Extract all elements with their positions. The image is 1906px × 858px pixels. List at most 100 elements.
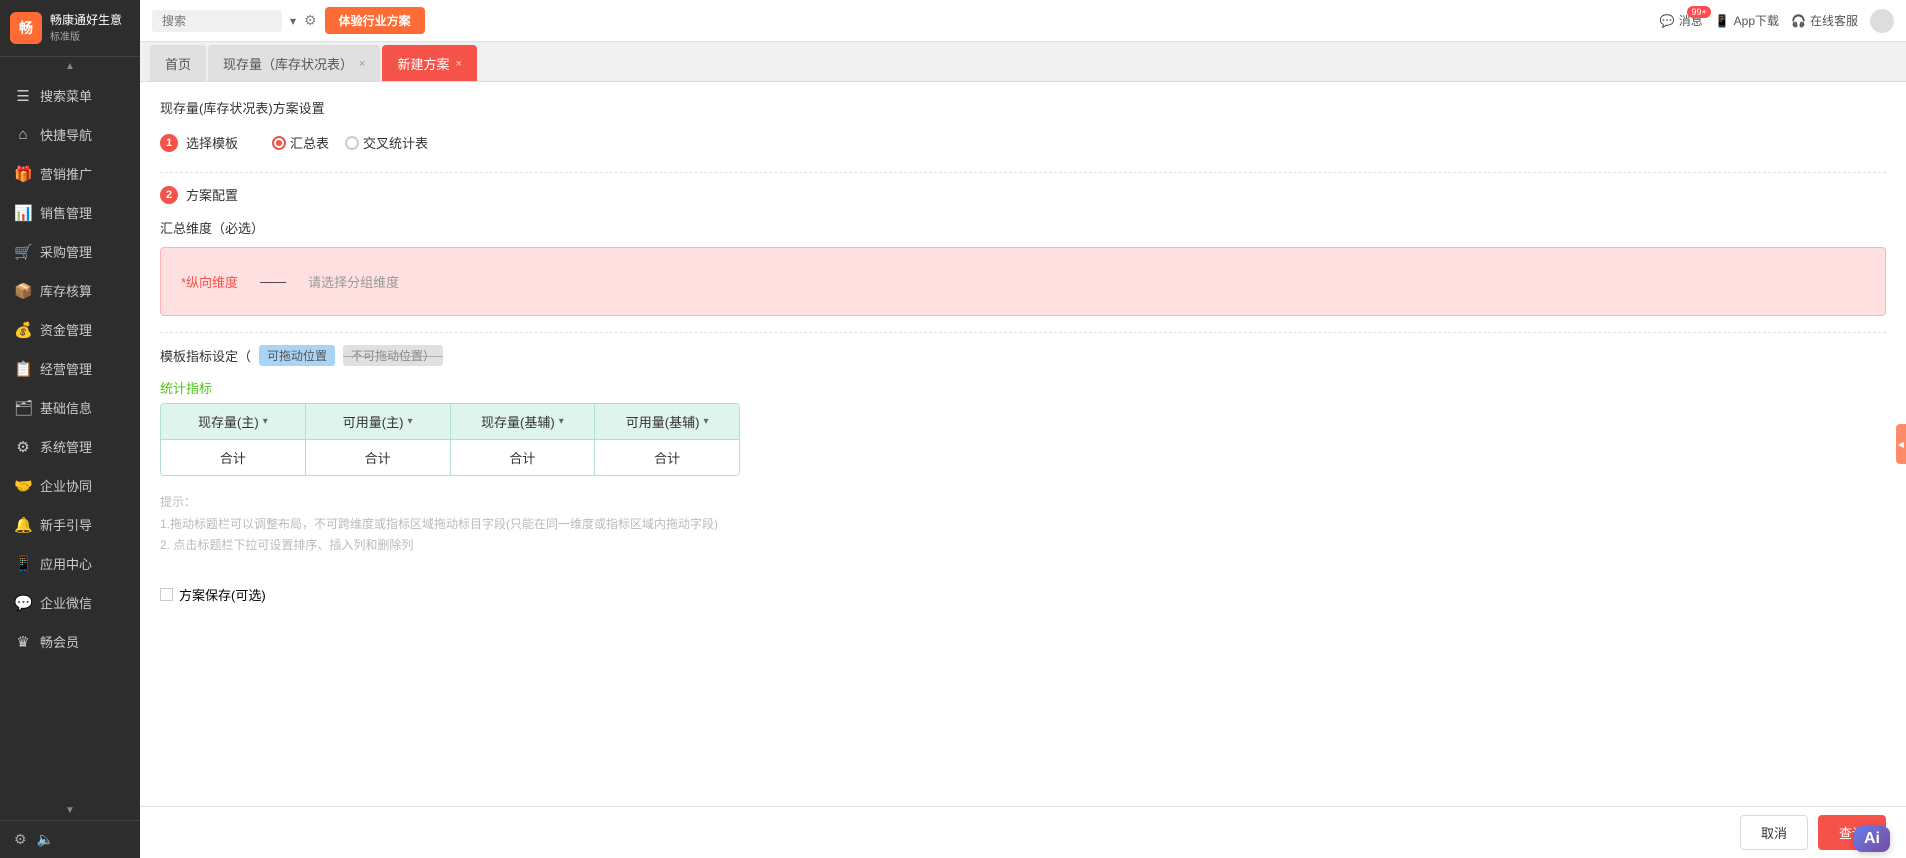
stats-header-cell-3[interactable]: 可用量(基辅) ▾ — [595, 404, 739, 439]
chevron-down-icon: ▾ — [290, 14, 296, 28]
radio-cross[interactable]: 交叉统计表 — [345, 133, 428, 152]
sidebar-item-operations[interactable]: 📋 经营管理 — [0, 349, 140, 388]
tips-item-1: 2. 点击标题栏下拉可设置排序、插入列和删除列 — [160, 535, 1886, 557]
chevron-down-0-icon[interactable]: ▾ — [263, 416, 268, 427]
stats-col-1-label: 可用量(主) — [343, 412, 404, 431]
sidebar-item-marketing[interactable]: 🎁 营销推广 — [0, 154, 140, 193]
sidebar-item-label: 经营管理 — [40, 359, 92, 378]
trial-btn[interactable]: 体验行业方案 — [325, 7, 425, 34]
sidebar-item-quick-nav[interactable]: ⌂ 快捷导航 — [0, 115, 140, 154]
section1-title: 选择模板 — [186, 133, 238, 152]
box-icon: 📦 — [14, 282, 32, 300]
main-area: ▾ ⚙ 体验行业方案 💬 消息 99+ 📱 App下载 🎧 在线客服 — [140, 0, 1906, 858]
sidebar-item-sales[interactable]: 📊 销售管理 — [0, 193, 140, 232]
sidebar-item-label: 资金管理 — [40, 320, 92, 339]
indicators-section: 模板指标设定（ 可拖动位置 不可拖动位置） — [160, 345, 1886, 366]
logo-icon: 畅 — [10, 12, 42, 44]
save-checkbox[interactable] — [160, 588, 173, 601]
template-radio-group: 汇总表 交叉统计表 — [272, 133, 428, 152]
dimension-required-label: *纵向维度 — [181, 272, 238, 291]
chat-icon: 💬 — [14, 594, 32, 612]
settings-icon[interactable]: ⚙ — [14, 831, 27, 848]
phone-icon: 📱 — [1715, 14, 1730, 28]
sidebar-item-app-center[interactable]: 📱 应用中心 — [0, 544, 140, 583]
topbar: ▾ ⚙ 体验行业方案 💬 消息 99+ 📱 App下载 🎧 在线客服 — [140, 0, 1906, 42]
section1-num: 1 — [160, 134, 178, 152]
draggable-tag: 可拖动位置 — [259, 345, 335, 366]
dropdown-button[interactable]: ▾ — [290, 14, 296, 28]
gear-icon: ⚙ — [14, 438, 32, 456]
right-edge-btn[interactable]: ◀ — [1896, 424, 1906, 464]
sidebar-item-member[interactable]: ♛ 畅会员 — [0, 622, 140, 661]
sidebar-item-label: 企业协同 — [40, 476, 92, 495]
tab-home-label: 首页 — [165, 54, 191, 73]
search-input[interactable] — [152, 10, 282, 32]
app-logo: 畅 畅康通好生意 标准版 — [0, 0, 140, 57]
handshake-icon: 🤝 — [14, 477, 32, 495]
mobile-icon: 📱 — [14, 555, 32, 573]
app-edition: 标准版 — [50, 28, 122, 43]
stats-header-row: 现存量(主) ▾ 可用量(主) ▾ 现存量(基辅) ▾ — [161, 404, 739, 439]
aggregate-label: 汇总维度（必选） — [160, 218, 1886, 237]
save-checkbox-label: 方案保存(可选) — [179, 585, 266, 604]
topbar-gear-icon[interactable]: ⚙ — [304, 12, 317, 29]
sidebar-item-label: 营销推广 — [40, 164, 92, 183]
tab-home[interactable]: 首页 — [150, 45, 206, 81]
sidebar-item-label: 应用中心 — [40, 554, 92, 573]
section2-divider — [160, 332, 1886, 333]
volume-icon[interactable]: 🔈 — [37, 831, 54, 848]
sidebar-item-finance[interactable]: 💰 资金管理 — [0, 310, 140, 349]
stats-header-cell-1[interactable]: 可用量(主) ▾ — [306, 404, 451, 439]
sidebar-scroll-up[interactable]: ▲ — [0, 57, 140, 76]
user-avatar-btn[interactable] — [1870, 9, 1894, 33]
sidebar-scroll-down[interactable]: ▼ — [0, 801, 140, 820]
bell-icon: 🔔 — [14, 516, 32, 534]
home-icon: ⌂ — [14, 126, 32, 143]
section1-header: 1 选择模板 汇总表 交叉统计表 — [160, 133, 1886, 152]
stats-header-cell-2[interactable]: 现存量(基辅) ▾ — [451, 404, 596, 439]
tab-new-plan-label: 新建方案 — [397, 54, 449, 73]
stats-label: 统计指标 — [160, 378, 1886, 397]
tabbar: 首页 现存量（库存状况表） × 新建方案 × — [140, 42, 1906, 82]
section1-divider — [160, 172, 1886, 173]
dimension-dash: —— — [260, 274, 286, 289]
tab-new-plan-close-icon[interactable]: × — [455, 58, 461, 70]
stats-header-cell-0[interactable]: 现存量(主) ▾ — [161, 404, 306, 439]
ai-badge[interactable]: Ai — [1854, 826, 1890, 852]
stats-col-3-label: 可用量(基辅) — [626, 412, 700, 431]
sidebar-item-wechat[interactable]: 💬 企业微信 — [0, 583, 140, 622]
cancel-button[interactable]: 取消 — [1740, 815, 1808, 850]
app-name: 畅康通好生意 — [50, 13, 122, 29]
online-service-btn[interactable]: 🎧 在线客服 — [1791, 12, 1858, 29]
tab-inventory-close-icon[interactable]: × — [359, 58, 365, 70]
sidebar-item-purchase[interactable]: 🛒 采购管理 — [0, 232, 140, 271]
chevron-down-2-icon[interactable]: ▾ — [559, 416, 564, 427]
config-section: 汇总维度（必选） *纵向维度 —— 请选择分组维度 模板指标设定（ 可拖动位置 — [160, 218, 1886, 557]
app-download-btn[interactable]: 📱 App下载 — [1715, 12, 1779, 29]
chevron-down-1-icon[interactable]: ▾ — [407, 416, 412, 427]
save-checkbox-row: 方案保存(可选) — [160, 577, 1886, 612]
tips-item-0: 1.拖动标题栏可以调整布局，不可跨维度或指标区域拖动标目字段(只能在同一维度或指… — [160, 514, 1886, 536]
tab-new-plan[interactable]: 新建方案 × — [382, 45, 476, 81]
tab-inventory-status[interactable]: 现存量（库存状况表） × — [208, 45, 380, 81]
sidebar-item-system[interactable]: ⚙ 系统管理 — [0, 427, 140, 466]
clipboard-icon: 📋 — [14, 360, 32, 378]
radio-cross-circle — [345, 136, 359, 150]
sidebar-item-newbie[interactable]: 🔔 新手引导 — [0, 505, 140, 544]
sidebar-item-inventory[interactable]: 📦 库存核算 — [0, 271, 140, 310]
online-service-label: 在线客服 — [1810, 12, 1858, 29]
chevron-down-3-icon[interactable]: ▾ — [703, 416, 708, 427]
sidebar-bottom: ⚙ 🔈 — [0, 820, 140, 858]
sidebar-item-search-menu[interactable]: ☰ 搜索菜单 — [0, 76, 140, 115]
dimension-box[interactable]: *纵向维度 —— 请选择分组维度 — [160, 247, 1886, 316]
folder-icon: 🗂 — [14, 399, 32, 417]
sidebar-item-cooperation[interactable]: 🤝 企业协同 — [0, 466, 140, 505]
stats-cell-0-3: 合计 — [595, 440, 739, 475]
radio-summary[interactable]: 汇总表 — [272, 133, 329, 152]
section2-header: 2 方案配置 — [160, 185, 1886, 204]
footer-bar: 取消 查询 — [140, 806, 1906, 858]
message-btn[interactable]: 💬 消息 99+ — [1660, 12, 1703, 29]
sidebar-item-label: 畅会员 — [40, 632, 79, 651]
sidebar-item-basic-info[interactable]: 🗂 基础信息 — [0, 388, 140, 427]
app-download-label: App下载 — [1734, 12, 1779, 29]
